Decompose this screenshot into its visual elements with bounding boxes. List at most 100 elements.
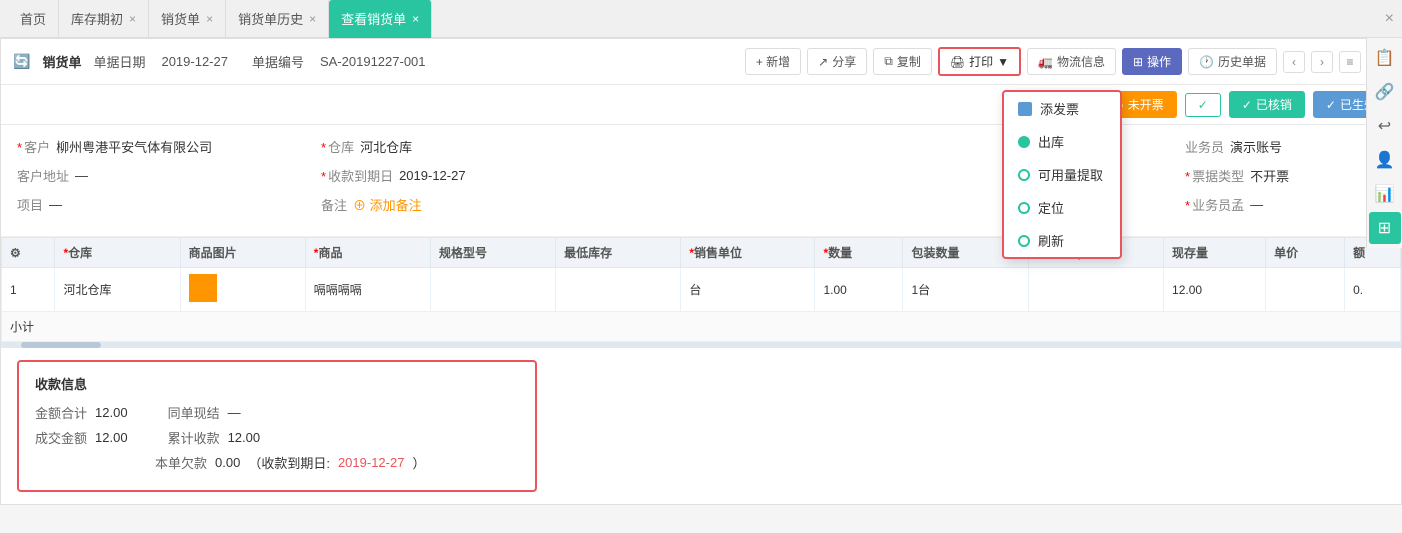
tab-inventory[interactable]: 库存期初 × <box>59 0 149 38</box>
customer-label: 客户 <box>17 137 50 156</box>
settings-icon[interactable]: ⚙ <box>10 246 21 260</box>
tab-view-sales-close[interactable]: × <box>412 12 419 26</box>
right-icon-link[interactable]: 🔗 <box>1369 76 1401 108</box>
share-button[interactable]: ↗ 分享 <box>807 48 867 75</box>
transaction-label: 成交金额 <box>35 428 87 447</box>
checked-button[interactable]: ✓ 已核销 <box>1229 91 1305 118</box>
form-row-2: 客户地址 — 收款到期日 2019-12-27 票据类型 不开票 <box>17 166 1385 185</box>
right-icon-expand[interactable]: ⊞ <box>1369 212 1401 244</box>
nav-next-button[interactable]: › <box>1311 51 1333 73</box>
history-label: 历史单据 <box>1218 53 1266 70</box>
customer-field: 客户 柳州粤港平安气体有限公司 <box>17 137 217 156</box>
sales-table: ⚙ *仓库 商品图片 *商品 规格型号 最低库存 *销售单位 *数量 包装数量 … <box>1 237 1401 342</box>
add-button[interactable]: + 新增 <box>745 48 801 75</box>
warehouse-value: 河北仓库 <box>360 137 412 156</box>
right-icon-user[interactable]: 👤 <box>1369 144 1401 176</box>
customer-value: 柳州粤港平安气体有限公司 <box>56 137 212 156</box>
logistics-label: 物流信息 <box>1057 53 1105 70</box>
col-min-stock: 最低库存 <box>556 238 681 268</box>
accumulated-label: 累计收款 <box>168 428 220 447</box>
subtotal-label: 小计 <box>2 312 1401 342</box>
print-button[interactable]: 🖨 打印 ▼ <box>938 47 1021 76</box>
dropdown-item-locate[interactable]: 定位 <box>1004 191 1120 224</box>
scrollbar-thumb[interactable] <box>21 342 101 348</box>
right-icon-chart[interactable]: 📊 <box>1369 178 1401 210</box>
payment-row-1: 金额合计 12.00 同单现结 — <box>35 403 519 422</box>
right-panel: 📋 🔗 ↩ 👤 📊 ⊞ <box>1366 38 1402 248</box>
total-amount-item: 金额合计 12.00 <box>35 403 128 422</box>
verify-button[interactable]: ✓ <box>1185 93 1221 117</box>
dropdown-item-invoice[interactable]: 添发票 <box>1004 92 1120 125</box>
cell-unit-price <box>1266 268 1345 312</box>
dropdown-item-available[interactable]: 可用量提取 <box>1004 158 1120 191</box>
outbound-menu-label: 出库 <box>1038 132 1064 151</box>
salesperson-field: 业务员孟 — <box>1185 195 1385 214</box>
checked-label: 已核销 <box>1256 96 1292 113</box>
due-note-end: ） <box>412 453 425 472</box>
salesperson-value: — <box>1250 197 1263 212</box>
nav-prev-button[interactable]: ‹ <box>1283 51 1305 73</box>
tab-view-sales[interactable]: 查看销货单 × <box>329 0 432 38</box>
sales-order-icon: 🔄 <box>13 53 30 70</box>
cell-pack-qty: 1台 <box>903 268 1028 312</box>
cell-min-stock <box>556 268 681 312</box>
cell-amount: 0. <box>1345 268 1401 312</box>
tab-sales[interactable]: 销货单 × <box>149 0 226 38</box>
copy-label: 复制 <box>897 53 921 70</box>
payment-date-value: 2019-12-27 <box>399 168 466 183</box>
invoice-field: 票据类型 不开票 <box>1185 166 1385 185</box>
col-product: *商品 <box>305 238 430 268</box>
copy-button[interactable]: ⧉ 复制 <box>873 48 932 75</box>
doc-meta: 单据日期 2019-12-27 单据编号 SA-20191227-001 <box>93 52 425 71</box>
product-image <box>189 274 217 302</box>
project-field: 项目 — <box>17 195 217 214</box>
add-memo-button[interactable]: ⊕ 添加备注 <box>353 195 422 214</box>
tab-inventory-close[interactable]: × <box>129 12 136 26</box>
dropdown-item-outbound[interactable]: 出库 <box>1004 125 1120 158</box>
right-icon-edit[interactable]: 📋 <box>1369 42 1401 74</box>
copy-icon: ⧉ <box>884 54 893 69</box>
effective-icon: ✓ <box>1326 98 1336 112</box>
add-memo-icon: ⊕ <box>353 198 366 213</box>
dropdown-item-refresh[interactable]: 刷新 <box>1004 224 1120 257</box>
right-icon-return[interactable]: ↩ <box>1369 110 1401 142</box>
logistics-button[interactable]: 🚛 物流信息 <box>1027 48 1116 75</box>
tab-view-sales-label: 查看销货单 <box>341 9 406 28</box>
col-qty: *数量 <box>815 238 903 268</box>
number-label: 单据编号 <box>252 52 304 71</box>
tab-sales-history[interactable]: 销货单历史 × <box>226 0 329 38</box>
global-close-button[interactable]: × <box>1385 10 1394 28</box>
form-row-1: 客户 柳州粤港平安气体有限公司 仓库 河北仓库 业务员 演示账号 <box>17 137 1385 156</box>
accumulated-item: 累计收款 12.00 <box>168 428 261 447</box>
doc-type-label: 销货单 <box>42 52 81 71</box>
cell-available <box>1028 268 1163 312</box>
tab-sales-label: 销货单 <box>161 9 200 28</box>
payment-row-3: 本单欠款 0.00 （收款到期日: 2019-12-27 ） <box>35 453 519 472</box>
operation-icon: ⊞ <box>1133 55 1143 69</box>
action-bar: 📱 来自手机 ● 未开票 ✓ ✓ 已核销 ✓ 已生效 <box>1 85 1401 125</box>
due-label: 本单欠款 <box>155 453 207 472</box>
refresh-menu-label: 刷新 <box>1038 231 1064 250</box>
history-button[interactable]: 🕐 历史单据 <box>1188 48 1277 75</box>
invoice-status-label: 未开票 <box>1128 96 1164 113</box>
table-scrollbar[interactable] <box>1 342 1401 348</box>
tab-sales-close[interactable]: × <box>206 12 213 26</box>
operation-button[interactable]: ⊞ 操作 <box>1122 48 1182 75</box>
due-item: 本单欠款 0.00 （收款到期日: 2019-12-27 ） <box>155 453 425 472</box>
checked-icon: ✓ <box>1242 98 1252 112</box>
due-date: 2019-12-27 <box>338 455 405 470</box>
form-row-3: 项目 — 备注 ⊕ 添加备注 业务员孟 — <box>17 195 1385 214</box>
view-list-button[interactable]: ≡ <box>1339 51 1361 73</box>
tab-sales-history-close[interactable]: × <box>309 12 316 26</box>
payment-title: 收款信息 <box>35 374 519 393</box>
staff-field: 业务员 演示账号 <box>1185 137 1385 156</box>
tab-home[interactable]: 首页 <box>8 0 59 38</box>
warehouse-field: 仓库 河北仓库 <box>321 137 521 156</box>
verify-icon: ✓ <box>1198 98 1208 112</box>
col-unit: *销售单位 <box>681 238 815 268</box>
invoice-menu-icon <box>1018 102 1032 116</box>
operation-dropdown: 添发票 出库 可用量提取 定位 刷新 <box>1002 90 1122 259</box>
main-content: 🔄 销货单 单据日期 2019-12-27 单据编号 SA-20191227-0… <box>0 38 1402 505</box>
staff-label: 业务员 <box>1185 137 1224 156</box>
share-icon: ↗ <box>818 55 828 69</box>
